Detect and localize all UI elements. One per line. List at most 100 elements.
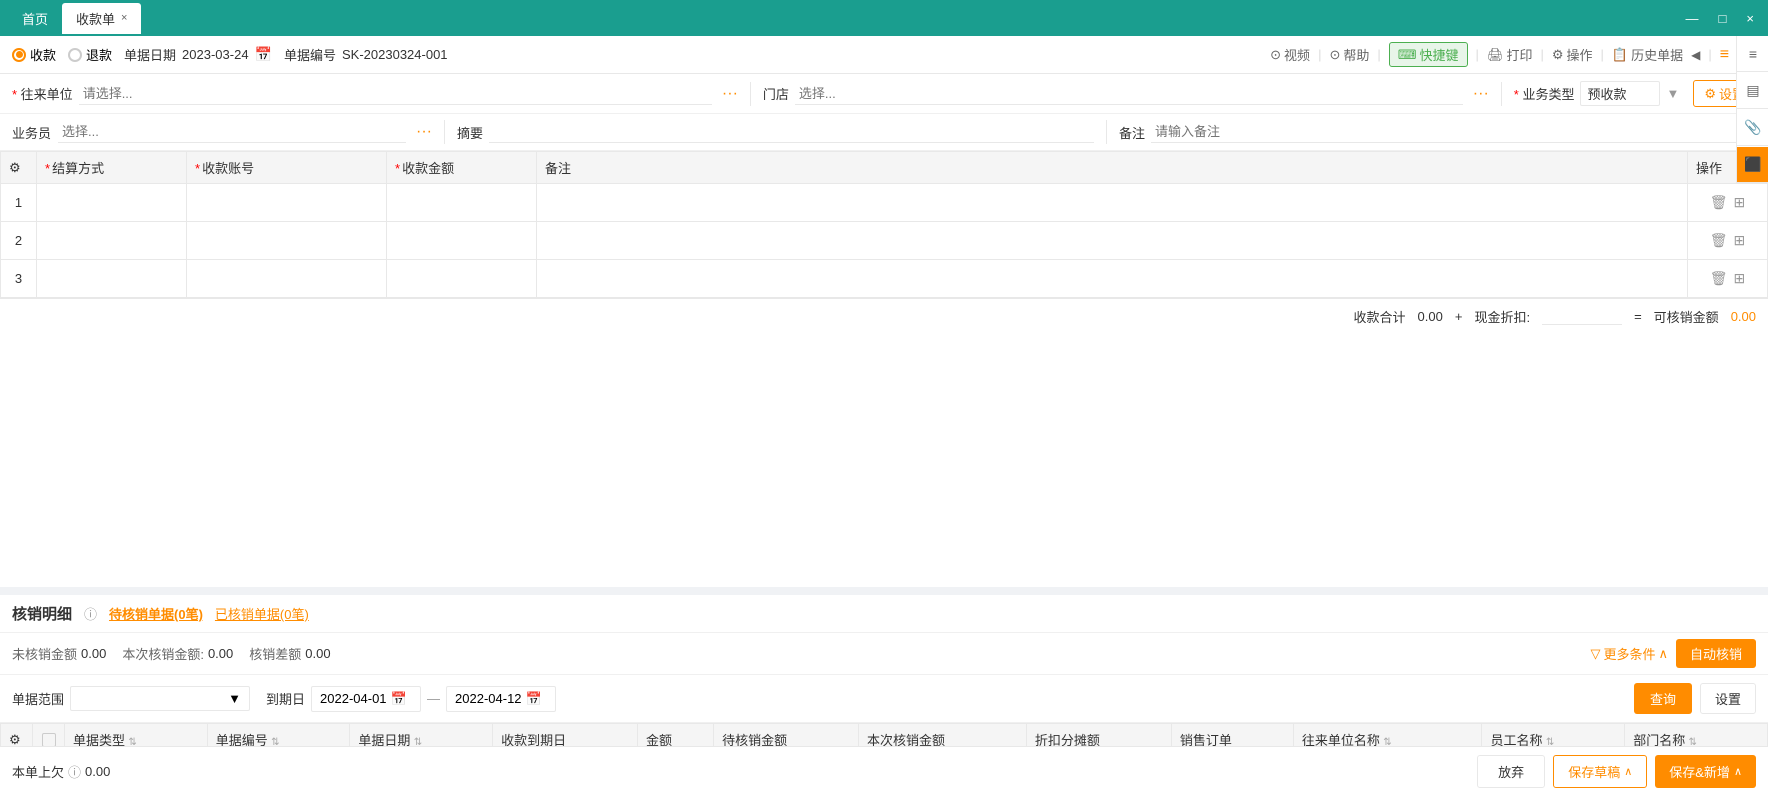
video-action[interactable]: ⊙ 视频 xyxy=(1270,45,1310,64)
row2-amount[interactable] xyxy=(387,222,537,260)
business-type-select[interactable]: 预收款 xyxy=(1580,81,1660,106)
table-row: 3 🗑 ⊞ xyxy=(1,260,1768,298)
bill-no-value[interactable]: SK-20230324-001 xyxy=(342,47,448,62)
chevron-down-icon[interactable]: ▼ xyxy=(1666,86,1679,101)
row2-payment-method[interactable] xyxy=(37,222,187,260)
save-new-button[interactable]: 保存&新增 ∧ xyxy=(1655,755,1756,788)
row1-remark[interactable] xyxy=(537,184,1688,222)
row3-actions: 🗑 ⊞ xyxy=(1688,260,1768,298)
info-icon[interactable]: ⓘ xyxy=(84,604,97,623)
net-label: 可核销金额 xyxy=(1654,307,1719,326)
writeoff-title: 核销明细 xyxy=(12,603,72,624)
salesperson-dots-icon[interactable]: ··· xyxy=(416,123,432,141)
close-button[interactable]: × xyxy=(1740,9,1760,28)
diff-stat: 核销差额 0.00 xyxy=(249,644,330,663)
page-footer: 本单上欠 ⓘ 0.00 放弃 保存草稿 ∧ 保存&新增 ∧ xyxy=(0,746,1768,796)
more-conditions-button[interactable]: ▽ 更多条件 ∧ xyxy=(1590,644,1668,663)
select-all-checkbox[interactable] xyxy=(42,733,56,747)
row1-amount[interactable] xyxy=(387,184,537,222)
row1-payment-method[interactable] xyxy=(37,184,187,222)
counterpart-input[interactable] xyxy=(79,83,712,105)
salesperson-input[interactable] xyxy=(58,121,406,143)
row3-remark[interactable] xyxy=(537,260,1688,298)
history-action[interactable]: 📋 历史单据 xyxy=(1612,45,1683,64)
toolbar-actions: ⊙ 视频 | ⊙ 帮助 | ⌨ 快捷键 | 🖨 打印 | ⚙ 操作 xyxy=(1270,42,1756,67)
filter-settings-button[interactable]: 设置 xyxy=(1700,683,1756,714)
tab-receipt-label: 收款单 xyxy=(76,9,115,28)
view-toggle-list[interactable]: ≡ xyxy=(1720,46,1729,64)
remark-label: 备注 xyxy=(1119,123,1145,142)
calendar-from-icon: 📅 xyxy=(391,691,407,707)
counterpart-dots-icon[interactable]: ··· xyxy=(722,85,738,103)
auto-writeoff-button[interactable]: 自动核销 xyxy=(1676,639,1756,668)
counterpart-label: 往来单位 xyxy=(12,84,73,103)
query-button[interactable]: 查询 xyxy=(1634,683,1692,714)
tab-bar: 首页 收款单 × — □ × xyxy=(0,0,1768,36)
bill-date-value[interactable]: 2023-03-24 xyxy=(182,47,249,62)
row2-account[interactable] xyxy=(187,222,387,260)
settings-bottom-icon[interactable]: ⚙ xyxy=(9,732,21,747)
discount-input[interactable] xyxy=(1542,309,1622,325)
sidebar-icon-list[interactable]: ≡ xyxy=(1737,36,1768,72)
row2-remark[interactable] xyxy=(537,222,1688,260)
radio-receipt[interactable]: 收款 xyxy=(12,45,56,64)
summary-field: 摘要 xyxy=(457,121,1094,143)
help-label: 帮助 xyxy=(1343,45,1369,64)
video-icon: ⊙ xyxy=(1270,47,1281,63)
row3-amount[interactable] xyxy=(387,260,537,298)
row3-account[interactable] xyxy=(187,260,387,298)
operation-action[interactable]: ⚙ 操作 xyxy=(1552,45,1593,64)
shop-input[interactable] xyxy=(795,83,1463,105)
minimize-button[interactable]: — xyxy=(1680,9,1705,28)
main-table-section: ⚙ *结算方式 *收款账号 *收款金额 备注 操作 xyxy=(0,151,1768,587)
row1-account[interactable] xyxy=(187,184,387,222)
shortcut-button[interactable]: ⌨ 快捷键 xyxy=(1389,42,1468,67)
radio-refund[interactable]: 退款 xyxy=(68,45,112,64)
row1-delete-button[interactable]: 🗑 xyxy=(1710,194,1728,211)
row1-actions: 🗑 ⊞ xyxy=(1688,184,1768,222)
row1-copy-button[interactable]: ⊞ xyxy=(1734,194,1746,211)
range-select[interactable]: ▼ xyxy=(70,686,250,711)
row3-payment-method[interactable] xyxy=(37,260,187,298)
save-draft-button[interactable]: 保存草稿 ∧ xyxy=(1553,755,1647,788)
filter-actions-right: 查询 设置 xyxy=(1634,683,1756,714)
tab-close-icon[interactable]: × xyxy=(121,12,127,24)
row2-delete-button[interactable]: 🗑 xyxy=(1710,232,1728,249)
remark-input[interactable] xyxy=(1151,121,1756,143)
range-chevron-down-icon: ▼ xyxy=(228,691,241,706)
sidebar-icon-table[interactable]: ▤ xyxy=(1737,73,1768,109)
nav-prev[interactable]: ◀ xyxy=(1691,48,1700,62)
video-label: 视频 xyxy=(1284,45,1310,64)
remark-field: 备注 xyxy=(1119,121,1756,143)
row3-delete-button[interactable]: 🗑 xyxy=(1710,270,1728,287)
summary-input[interactable] xyxy=(489,121,1094,143)
shop-dots-icon[interactable]: ··· xyxy=(1473,85,1489,103)
due-date-to-input[interactable]: 2022-04-12 📅 xyxy=(446,686,556,712)
sidebar-icon-attachment[interactable]: 📎 xyxy=(1737,110,1768,146)
sidebar-icon-expand[interactable]: ⬛ xyxy=(1737,147,1768,183)
history-label: 历史单据 xyxy=(1631,45,1683,64)
calendar-icon[interactable]: 📅 xyxy=(255,46,272,63)
row2-copy-button[interactable]: ⊞ xyxy=(1734,232,1746,249)
abandon-button[interactable]: 放弃 xyxy=(1477,755,1545,788)
row2-actions: 🗑 ⊞ xyxy=(1688,222,1768,260)
shop-label: 门店 xyxy=(763,84,789,103)
filter-icon: ▽ xyxy=(1590,646,1600,662)
form-row-1: 往来单位 ··· 门店 ··· 业务类型 预收款 ▼ ⚙ 设置 xyxy=(0,74,1768,114)
calendar-to-icon: 📅 xyxy=(526,691,542,707)
row1-no: 1 xyxy=(1,184,37,222)
help-action[interactable]: ⊙ 帮助 xyxy=(1329,45,1369,64)
print-action[interactable]: 🖨 打印 xyxy=(1487,45,1533,64)
main-table: ⚙ *结算方式 *收款账号 *收款金额 备注 操作 xyxy=(0,151,1768,298)
col-settings-header[interactable]: ⚙ xyxy=(1,152,37,184)
row3-copy-button[interactable]: ⊞ xyxy=(1734,270,1746,287)
main-area: 收款 退款 单据日期 2023-03-24 📅 单据编号 SK-20230324… xyxy=(0,36,1768,796)
due-date-from-input[interactable]: 2022-04-01 📅 xyxy=(311,686,421,712)
done-tab[interactable]: 已核销单据(0笔) xyxy=(215,604,309,623)
help-icon: ⊙ xyxy=(1329,47,1340,63)
maximize-button[interactable]: □ xyxy=(1713,9,1733,28)
pending-tab[interactable]: 待核销单据(0笔) xyxy=(109,604,203,623)
sep3: | xyxy=(1476,47,1479,62)
tab-receipt[interactable]: 收款单 × xyxy=(62,3,141,34)
tab-home[interactable]: 首页 xyxy=(8,3,62,34)
